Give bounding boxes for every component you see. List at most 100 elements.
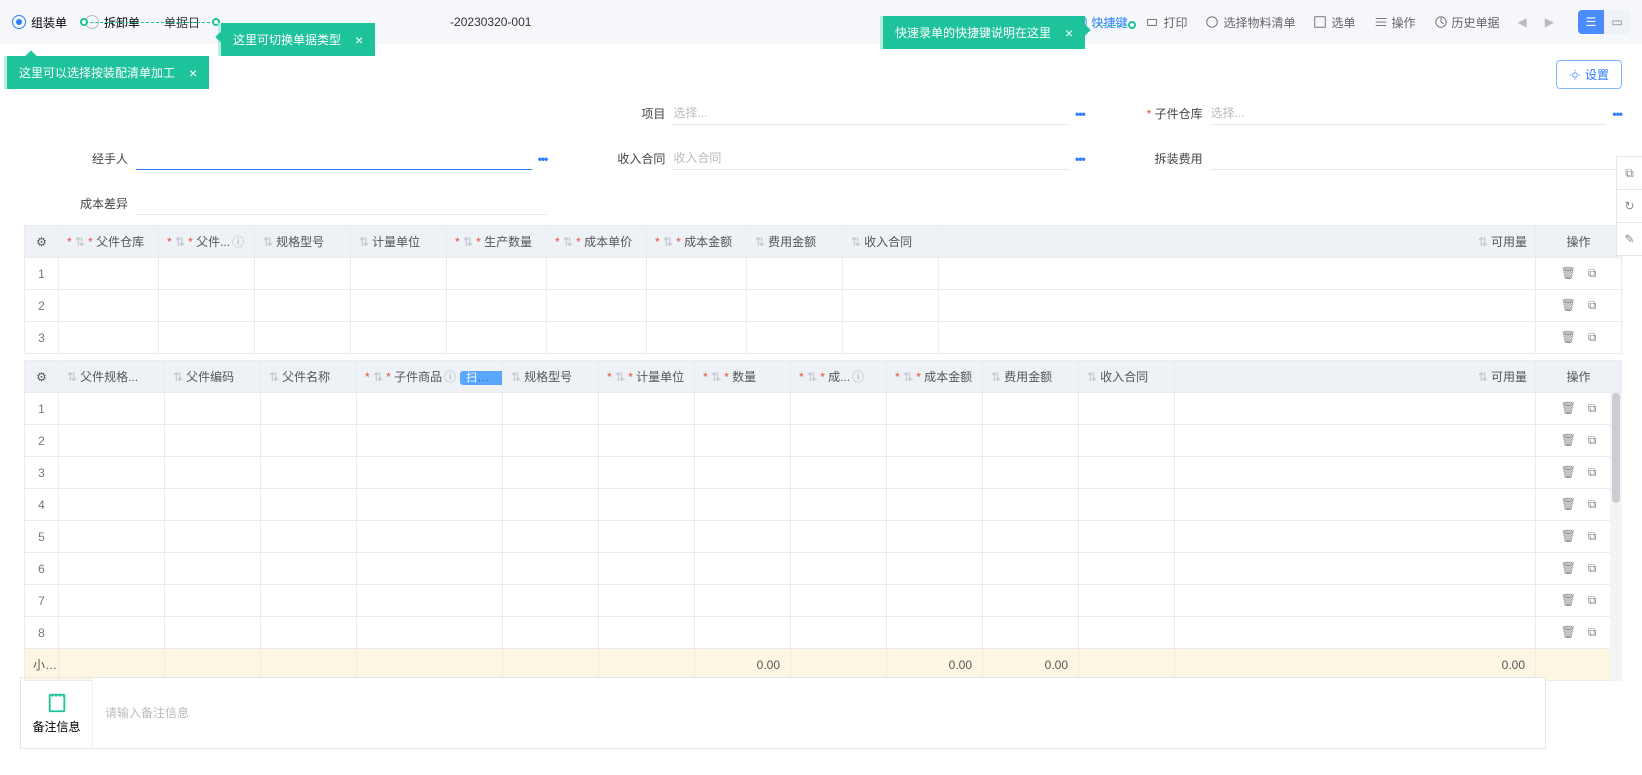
more-icon[interactable]: ••• — [1612, 107, 1622, 121]
project-input[interactable] — [673, 102, 1069, 125]
delete-icon[interactable]: 🗑 — [1561, 497, 1576, 512]
fee-input[interactable] — [1211, 147, 1622, 170]
side-tool-2[interactable]: ↻ — [1616, 189, 1642, 223]
row-actions: 🗑⧉ — [1536, 393, 1622, 425]
copy-icon[interactable]: ⧉ — [1588, 433, 1597, 448]
row-actions: 🗑⧉ — [1536, 258, 1622, 290]
settings-button[interactable]: 设置 — [1556, 60, 1622, 89]
col-header[interactable]: ⇅成本单价 — [547, 226, 647, 258]
col-header[interactable]: ⇅费用金额 — [747, 226, 843, 258]
col-header[interactable]: ⇅计量单位 — [351, 226, 447, 258]
col-header[interactable]: ⇅收入合同 — [1079, 361, 1175, 393]
table-row[interactable]: 2🗑⧉ — [25, 290, 1622, 322]
col-operate: 操作 — [1536, 361, 1622, 393]
copy-icon[interactable]: ⧉ — [1588, 561, 1597, 576]
col-header[interactable]: ⇅计量单位 — [599, 361, 695, 393]
material-list-button[interactable]: 选择物料清单 — [1205, 14, 1295, 31]
history-button[interactable]: 历史单据 — [1434, 14, 1500, 31]
col-available[interactable]: ⇅可用量 — [939, 226, 1536, 258]
field-handler: 经手人••• — [50, 147, 547, 170]
table-row[interactable]: 1🗑⧉ — [25, 393, 1622, 425]
radio-assemble[interactable]: 组装单 — [12, 14, 67, 31]
copy-icon[interactable]: ⧉ — [1588, 625, 1597, 640]
col-header[interactable]: ⇅收入合同 — [843, 226, 939, 258]
col-header[interactable]: ⇅父件编码 — [165, 361, 261, 393]
more-icon[interactable]: ••• — [1075, 107, 1085, 121]
print-button[interactable]: 打印 — [1145, 14, 1187, 31]
field-income-contract: 收入合同••• — [587, 147, 1084, 170]
table-row[interactable]: 6🗑⧉ — [25, 553, 1622, 585]
delete-icon[interactable]: 🗑 — [1561, 401, 1576, 416]
col-header[interactable]: ⇅父件规格... — [59, 361, 165, 393]
col-header[interactable]: ⇅父件仓库 — [59, 226, 159, 258]
delete-icon[interactable]: 🗑 — [1561, 433, 1576, 448]
copy-icon[interactable]: ⧉ — [1588, 593, 1597, 608]
col-header[interactable]: ⇅父件名称 — [261, 361, 357, 393]
row-actions: 🗑⧉ — [1536, 521, 1622, 553]
table-row[interactable]: 3🗑⧉ — [25, 457, 1622, 489]
delete-icon[interactable]: 🗑 — [1561, 625, 1576, 640]
delete-icon[interactable]: 🗑 — [1561, 330, 1576, 345]
list-view-icon[interactable]: ☰ — [1578, 10, 1604, 34]
col-header[interactable]: ⇅规格型号 — [503, 361, 599, 393]
delete-icon[interactable]: 🗑 — [1561, 298, 1576, 313]
copy-icon[interactable]: ⧉ — [1588, 401, 1597, 416]
col-header[interactable]: ⇅父件...ⓘ — [159, 226, 255, 258]
table-row[interactable]: 8🗑⧉ — [25, 617, 1622, 649]
copy-icon[interactable]: ⧉ — [1588, 465, 1597, 480]
table-row[interactable]: 5🗑⧉ — [25, 521, 1622, 553]
copy-icon[interactable]: ⧉ — [1588, 298, 1597, 313]
copy-icon[interactable]: ⧉ — [1588, 529, 1597, 544]
field-cost-diff: 成本差异 — [50, 192, 547, 215]
prev-icon[interactable]: ◀ — [1518, 15, 1527, 29]
form-area: 项目••• 子件仓库••• 经手人••• 收入合同••• 拆装费用 成本差异 — [0, 44, 1642, 225]
table-row[interactable]: 2🗑⧉ — [25, 425, 1622, 457]
col-header[interactable]: ⇅数量 — [695, 361, 791, 393]
child-table: ⚙⇅父件规格...⇅父件编码⇅父件名称⇅子件商品ⓘ扫码录入⇅规格型号⇅计量单位⇅… — [24, 360, 1622, 681]
gear-icon[interactable]: ⚙ — [25, 226, 59, 258]
table-row[interactable]: 3🗑⧉ — [25, 322, 1622, 354]
col-header[interactable]: ⇅成本金额 — [647, 226, 747, 258]
col-header[interactable]: ⇅成本金额 — [887, 361, 983, 393]
tooltip-shortcut: 快速录单的快捷键说明在这里× — [880, 16, 1085, 49]
delete-icon[interactable]: 🗑 — [1561, 561, 1576, 576]
operate-button[interactable]: 操作 — [1374, 14, 1416, 31]
field-fee: 拆装费用 — [1125, 147, 1622, 170]
child-warehouse-input[interactable] — [1211, 102, 1607, 125]
view-toggle[interactable]: ☰ ▭ — [1578, 10, 1630, 34]
table-row[interactable]: 1🗑⧉ — [25, 258, 1622, 290]
delete-icon[interactable]: 🗑 — [1561, 529, 1576, 544]
more-icon[interactable]: ••• — [1075, 152, 1085, 166]
copy-icon[interactable]: ⧉ — [1588, 266, 1597, 281]
side-tool-3[interactable]: ✎ — [1616, 222, 1642, 256]
grid-view-icon[interactable]: ▭ — [1604, 10, 1630, 34]
delete-icon[interactable]: 🗑 — [1561, 266, 1576, 281]
close-icon[interactable]: × — [355, 32, 363, 48]
close-icon[interactable]: × — [189, 65, 197, 81]
col-header[interactable]: ⇅成...ⓘ — [791, 361, 887, 393]
remark-input[interactable] — [93, 678, 1545, 748]
handler-input[interactable] — [136, 147, 532, 170]
col-available[interactable]: ⇅可用量 — [1175, 361, 1536, 393]
side-tool-1[interactable]: ⧉ — [1616, 156, 1642, 190]
doc-number: -20230320-001 — [450, 15, 531, 29]
cost-diff-input[interactable] — [136, 192, 547, 215]
copy-icon[interactable]: ⧉ — [1588, 330, 1597, 345]
table-row[interactable]: 7🗑⧉ — [25, 585, 1622, 617]
scrollbar[interactable] — [1610, 393, 1622, 681]
delete-icon[interactable]: 🗑 — [1561, 593, 1576, 608]
col-header[interactable]: ⇅规格型号 — [255, 226, 351, 258]
copy-icon[interactable]: ⧉ — [1588, 497, 1597, 512]
more-icon[interactable]: ••• — [538, 152, 548, 166]
income-input[interactable] — [673, 147, 1069, 170]
col-header[interactable]: ⇅费用金额 — [983, 361, 1079, 393]
field-project: 项目••• — [587, 102, 1084, 125]
next-icon[interactable]: ▶ — [1545, 15, 1554, 29]
close-icon[interactable]: × — [1065, 25, 1073, 41]
table-row[interactable]: 4🗑⧉ — [25, 489, 1622, 521]
gear-icon[interactable]: ⚙ — [25, 361, 59, 393]
delete-icon[interactable]: 🗑 — [1561, 465, 1576, 480]
col-header[interactable]: ⇅生产数量 — [447, 226, 547, 258]
col-header[interactable]: ⇅子件商品ⓘ扫码录入 — [357, 361, 503, 393]
select-order-button[interactable]: 选单 — [1313, 14, 1355, 31]
